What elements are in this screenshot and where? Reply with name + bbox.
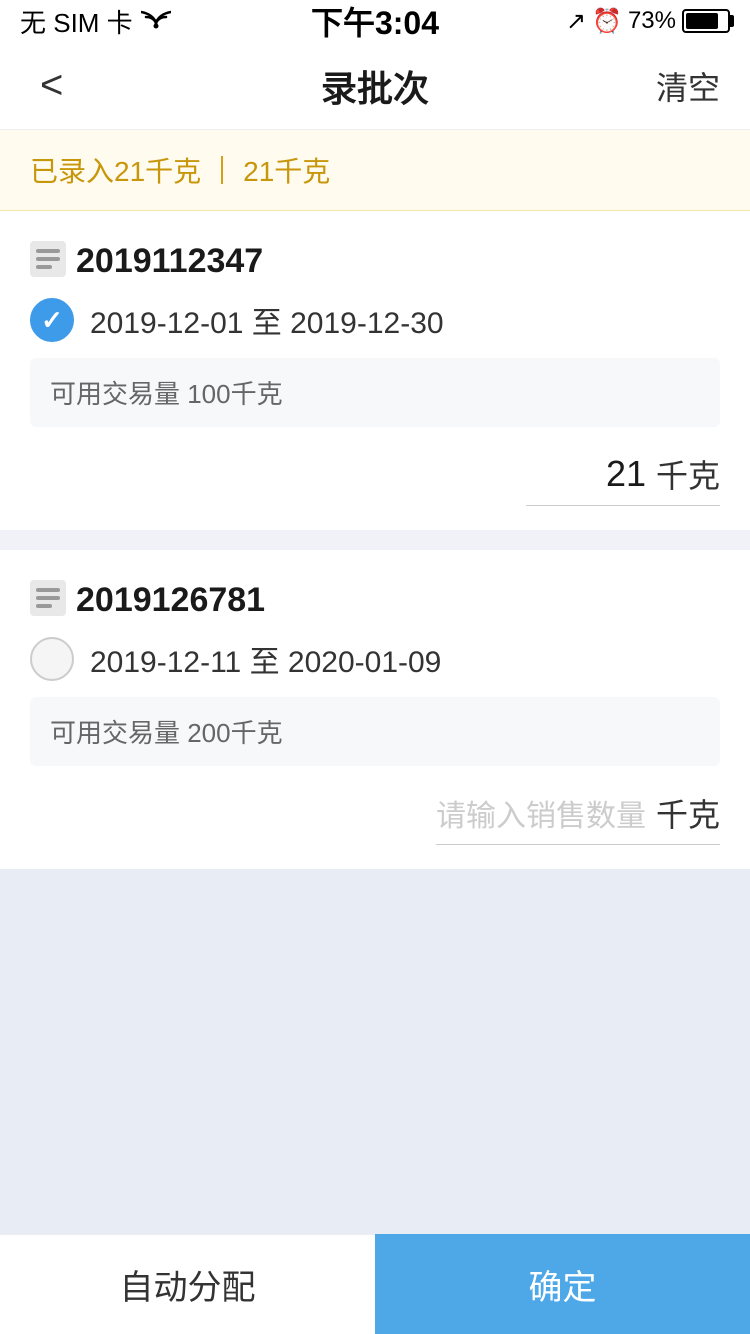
recorded-label: 已录入21千克: [30, 150, 201, 190]
date-range-1: 2019-12-01 至 2019-12-30: [90, 298, 444, 342]
available-row-2: 可用交易量 200千克: [30, 697, 720, 766]
batch-icon-1: [30, 241, 66, 282]
card-bottom-space-1: [30, 506, 720, 530]
batch-id-1: 2019112347: [76, 242, 263, 281]
clear-button[interactable]: 清空: [656, 63, 720, 109]
bottom-bar: 自动分配 确定: [0, 1234, 750, 1334]
quantity-input-1[interactable]: [526, 453, 646, 495]
batch-header-2: 2019126781: [30, 580, 720, 621]
page: 无 SIM 卡 下午3:04 ↗ ⏰ 73% < 录批次 清空: [0, 0, 750, 1334]
radio-2[interactable]: [30, 637, 74, 681]
carrier-text: 无 SIM 卡: [20, 3, 133, 40]
page-title: 录批次: [321, 60, 429, 112]
quantity-row-1: 千克: [30, 427, 720, 506]
wifi-icon: [141, 6, 171, 37]
status-bar: 无 SIM 卡 下午3:04 ↗ ⏰ 73%: [0, 0, 750, 42]
status-left: 无 SIM 卡: [20, 3, 171, 40]
status-time: 下午3:04: [311, 0, 439, 44]
quantity-row-2: 请输入销售数量 千克: [30, 766, 720, 845]
summary-divider: [221, 156, 223, 184]
back-button[interactable]: <: [30, 53, 73, 118]
location-icon: ↗: [566, 7, 586, 36]
available-row-1: 可用交易量 100千克: [30, 358, 720, 427]
section-separator-1: [0, 530, 750, 550]
date-row-2[interactable]: 2019-12-11 至 2020-01-09: [30, 637, 720, 681]
date-row-1[interactable]: 2019-12-01 至 2019-12-30: [30, 298, 720, 342]
confirm-button[interactable]: 确定: [375, 1234, 750, 1334]
unit-2: 千克: [656, 790, 720, 836]
battery-icon: [682, 9, 730, 33]
date-range-2: 2019-12-11 至 2020-01-09: [90, 637, 441, 681]
status-right: ↗ ⏰ 73%: [566, 7, 730, 36]
batch-card-1: 2019112347 2019-12-01 至 2019-12-30 可用交易量…: [0, 211, 750, 530]
nav-bar: < 录批次 清空: [0, 42, 750, 130]
qty-placeholder-2: 请输入销售数量: [436, 791, 646, 835]
radio-1[interactable]: [30, 298, 74, 342]
batch-icon-2: [30, 580, 66, 621]
quantity-underline-1: 千克: [526, 451, 720, 506]
unit-1: 千克: [656, 451, 720, 497]
quantity-underline-2: 请输入销售数量 千克: [436, 790, 720, 845]
summary-bar: 已录入21千克 21千克: [0, 130, 750, 211]
batch-header-1: 2019112347: [30, 241, 720, 282]
available-text-1: 可用交易量 100千克: [50, 379, 283, 409]
card-bottom-space-2: [30, 845, 720, 869]
batch-id-2: 2019126781: [76, 581, 265, 620]
alarm-icon: ⏰: [592, 7, 622, 36]
battery-text: 73%: [628, 7, 676, 35]
auto-button[interactable]: 自动分配: [0, 1234, 375, 1334]
batch-card-2: 2019126781 2019-12-11 至 2020-01-09 可用交易量…: [0, 550, 750, 869]
available-text-2: 可用交易量 200千克: [50, 718, 283, 748]
total-label: 21千克: [243, 150, 330, 190]
